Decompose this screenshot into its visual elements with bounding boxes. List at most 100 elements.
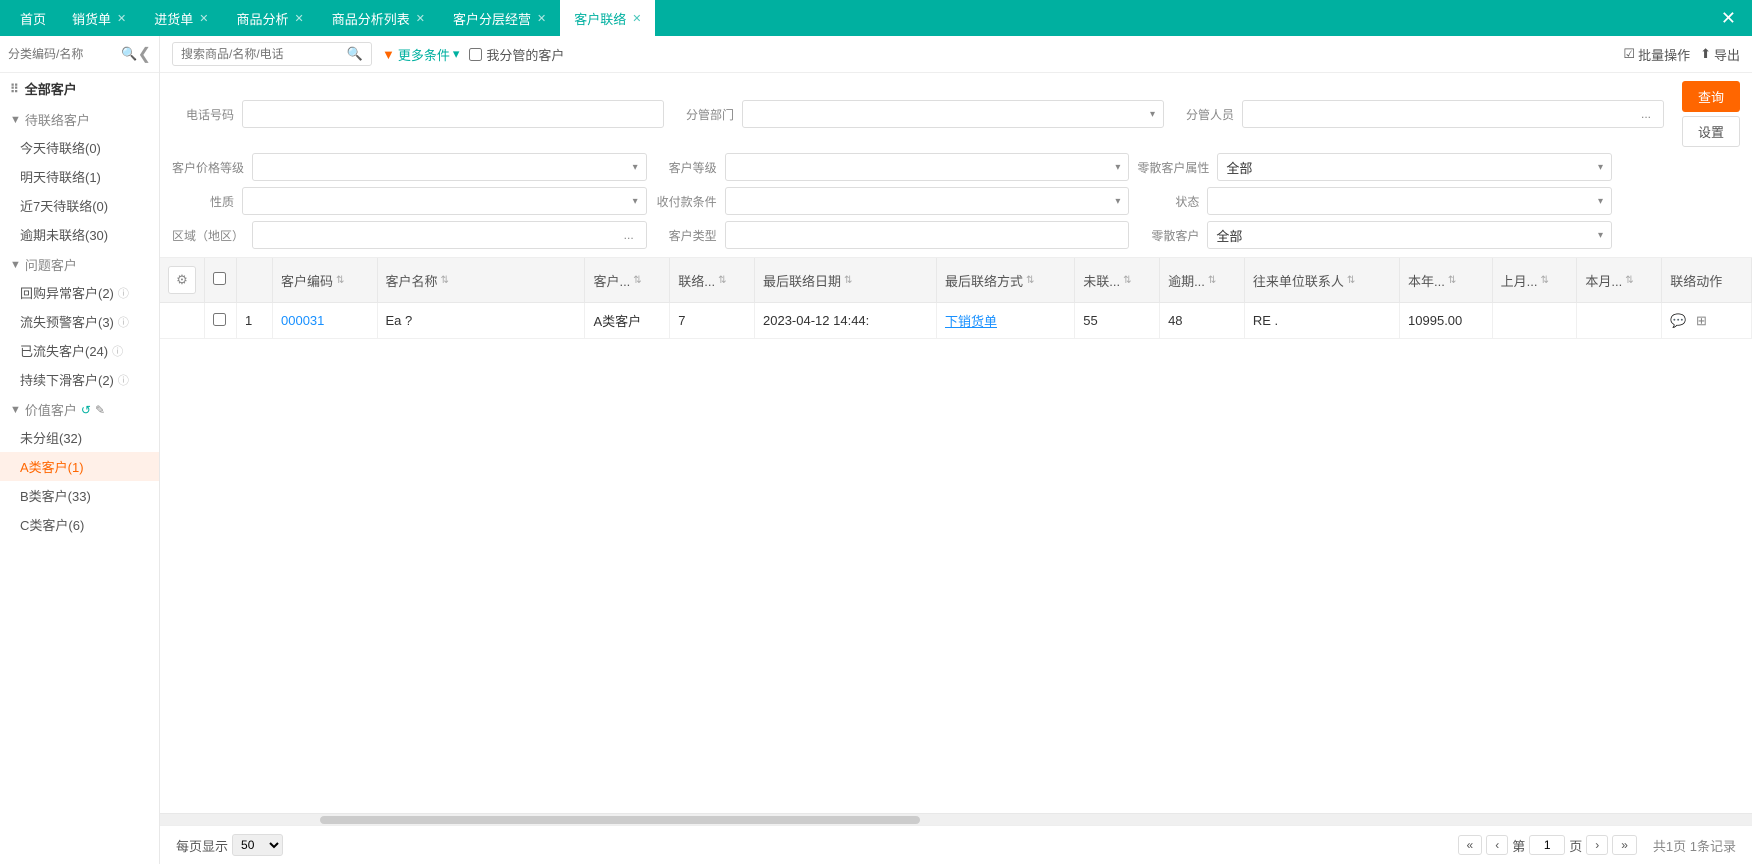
col-overdue-sort[interactable]: ⇅ xyxy=(1208,275,1216,286)
col-this-year: 本年... ⇅ xyxy=(1400,258,1493,303)
chat-action-icon[interactable]: 💬 xyxy=(1670,313,1686,328)
page-size-select[interactable]: 20 50 100 xyxy=(232,834,283,856)
sidebar-collapse-btn[interactable]: ❮ xyxy=(138,44,151,64)
sidebar-all-customers[interactable]: ⠿ 全部客户 xyxy=(0,73,159,104)
window-close-icon[interactable]: ✕ xyxy=(1713,8,1744,29)
sidebar-item-7days[interactable]: 近7天待联络(0) xyxy=(0,191,159,220)
region-dots[interactable]: ... xyxy=(620,228,638,242)
region-input[interactable]: ... xyxy=(252,221,647,249)
nav-sales-close[interactable]: ✕ xyxy=(117,12,126,25)
grid-action-icon[interactable]: ⊞ xyxy=(1696,313,1707,328)
col-last-date-sort[interactable]: ⇅ xyxy=(844,275,852,286)
horizontal-scrollbar[interactable] xyxy=(160,813,1752,825)
nav-home[interactable]: 首页 xyxy=(8,0,58,36)
sidebar-item-class-c[interactable]: C类客户(6) xyxy=(0,510,159,539)
field-price-level: 客户价格等级 ▾ xyxy=(172,153,647,181)
scroll-thumb[interactable] xyxy=(320,816,920,824)
col-code-sort[interactable]: ⇅ xyxy=(336,275,344,286)
value-group-label: 价值客户 xyxy=(25,400,77,419)
col-this-year-sort[interactable]: ⇅ xyxy=(1448,275,1456,286)
nav-customer-contact[interactable]: 客户联络 ✕ xyxy=(560,0,655,36)
row-no-contact: 55 xyxy=(1083,313,1097,328)
sidebar-group-problem[interactable]: ▼ 问题客户 xyxy=(0,249,159,278)
nav-customer-segment-close[interactable]: ✕ xyxy=(537,12,546,25)
sidebar-search-bar: 🔍 ❮ xyxy=(0,36,159,73)
refresh-icon[interactable]: ↺ xyxy=(81,403,91,417)
nav-customer-contact-close[interactable]: ✕ xyxy=(632,12,641,25)
nav-product-analysis-list[interactable]: 商品分析列表 ✕ xyxy=(318,0,439,36)
my-customers-label: 我分管的客户 xyxy=(486,45,564,64)
table-settings-btn[interactable]: ⚙ xyxy=(168,266,196,294)
nav-product-analysis-close[interactable]: ✕ xyxy=(295,12,304,25)
retail-attr-label: 零散客户属性 xyxy=(1137,159,1217,176)
col-category-sort[interactable]: ⇅ xyxy=(633,275,641,286)
sidebar-item-class-b[interactable]: B类客户(33) xyxy=(0,481,159,510)
edit-icon[interactable]: ✎ xyxy=(95,403,105,417)
sidebar-item-repurchase-abnormal[interactable]: 回购异常客户(2) ⓘ xyxy=(0,278,159,307)
nav-purchase[interactable]: 进货单 ✕ xyxy=(140,0,222,36)
col-name-sort[interactable]: ⇅ xyxy=(441,275,449,286)
phone-input[interactable] xyxy=(242,100,664,128)
sidebar-item-class-a[interactable]: A类客户(1) xyxy=(0,452,159,481)
sidebar-group-pending[interactable]: ▼ 待联络客户 xyxy=(0,104,159,133)
sidebar-item-tomorrow[interactable]: 明天待联络(1) xyxy=(0,162,159,191)
my-customers-checkbox[interactable] xyxy=(469,48,482,61)
price-level-select[interactable]: ▾ xyxy=(252,153,647,181)
col-unit-contact-sort[interactable]: ⇅ xyxy=(1347,275,1355,286)
filter-search-input[interactable] xyxy=(181,47,347,61)
page-first-btn[interactable]: « xyxy=(1458,835,1483,855)
field-payment: 收付款条件 ▾ xyxy=(655,187,1130,215)
nature-select[interactable]: ▾ xyxy=(242,187,647,215)
nav-product-analysis-list-close[interactable]: ✕ xyxy=(416,12,425,25)
nav-customer-segment[interactable]: 客户分层经营 ✕ xyxy=(439,0,560,36)
col-this-month-sort[interactable]: ⇅ xyxy=(1625,275,1633,286)
sidebar-item-today[interactable]: 今天待联络(0) xyxy=(0,133,159,162)
nav-product-analysis[interactable]: 商品分析 ✕ xyxy=(222,0,317,36)
sidebar-group-value[interactable]: ▼ 价值客户 ↺ ✎ xyxy=(0,394,159,423)
nav-sales[interactable]: 销货单 ✕ xyxy=(58,0,140,36)
status-arrow: ▾ xyxy=(1598,196,1603,207)
nature-arrow: ▾ xyxy=(633,196,638,207)
pending-collapse-arrow: ▼ xyxy=(10,114,21,126)
sidebar-search-icon[interactable]: 🔍 xyxy=(121,46,137,62)
page-size-label: 每页显示 xyxy=(176,836,228,855)
batch-ops-icon: ☑ xyxy=(1623,46,1635,62)
retail-attr-select[interactable]: 全部 ▾ xyxy=(1217,153,1612,181)
page-number-input[interactable] xyxy=(1529,835,1565,855)
field-customer-type: 客户类型 xyxy=(655,221,1130,249)
dept-select[interactable]: ▾ xyxy=(742,100,1164,128)
select-all-checkbox[interactable] xyxy=(213,272,226,285)
customer-level-select[interactable]: ▾ xyxy=(725,153,1130,181)
retail-customer-select[interactable]: 全部 ▾ xyxy=(1207,221,1612,249)
customer-type-input[interactable] xyxy=(725,221,1130,249)
batch-ops-label: 批量操作 xyxy=(1638,45,1690,64)
sidebar-search-input[interactable] xyxy=(8,47,121,61)
sidebar-item-churned[interactable]: 已流失客户(24) ⓘ xyxy=(0,336,159,365)
sidebar-item-unclassified[interactable]: 未分组(32) xyxy=(0,423,159,452)
row-settings-cell xyxy=(160,303,205,339)
col-no-contact-sort[interactable]: ⇅ xyxy=(1123,275,1131,286)
row-checkbox[interactable] xyxy=(213,313,226,326)
sidebar-item-overdue[interactable]: 逾期未联络(30) xyxy=(0,220,159,249)
export-button[interactable]: ⬆ 导出 xyxy=(1700,45,1740,64)
page-last-btn[interactable]: » xyxy=(1612,835,1637,855)
sidebar-item-declining[interactable]: 持续下滑客户(2) ⓘ xyxy=(0,365,159,394)
person-input[interactable]: ... xyxy=(1242,100,1664,128)
query-button[interactable]: 查询 xyxy=(1682,81,1740,112)
person-dots[interactable]: ... xyxy=(1637,107,1655,121)
col-last-month-sort[interactable]: ⇅ xyxy=(1540,275,1548,286)
col-contact-sort[interactable]: ⇅ xyxy=(718,275,726,286)
batch-ops-button[interactable]: ☑ 批量操作 xyxy=(1623,45,1690,64)
sidebar-item-churn-warning[interactable]: 流失预警客户(3) ⓘ xyxy=(0,307,159,336)
col-last-method-sort[interactable]: ⇅ xyxy=(1026,275,1034,286)
col-last-method-label: 最后联络方式 xyxy=(945,271,1023,290)
page-next-btn[interactable]: › xyxy=(1586,835,1608,855)
settings-button[interactable]: 设置 xyxy=(1682,116,1740,147)
page-prev-btn[interactable]: ‹ xyxy=(1486,835,1508,855)
status-select[interactable]: ▾ xyxy=(1207,187,1612,215)
payment-select[interactable]: ▾ xyxy=(725,187,1130,215)
nav-purchase-close[interactable]: ✕ xyxy=(199,12,208,25)
filter-more-conditions[interactable]: ▼ 更多条件 ▾ xyxy=(382,45,459,64)
row-last-method[interactable]: 下销货单 xyxy=(945,314,997,329)
filter-search-icon[interactable]: 🔍 xyxy=(347,46,363,62)
